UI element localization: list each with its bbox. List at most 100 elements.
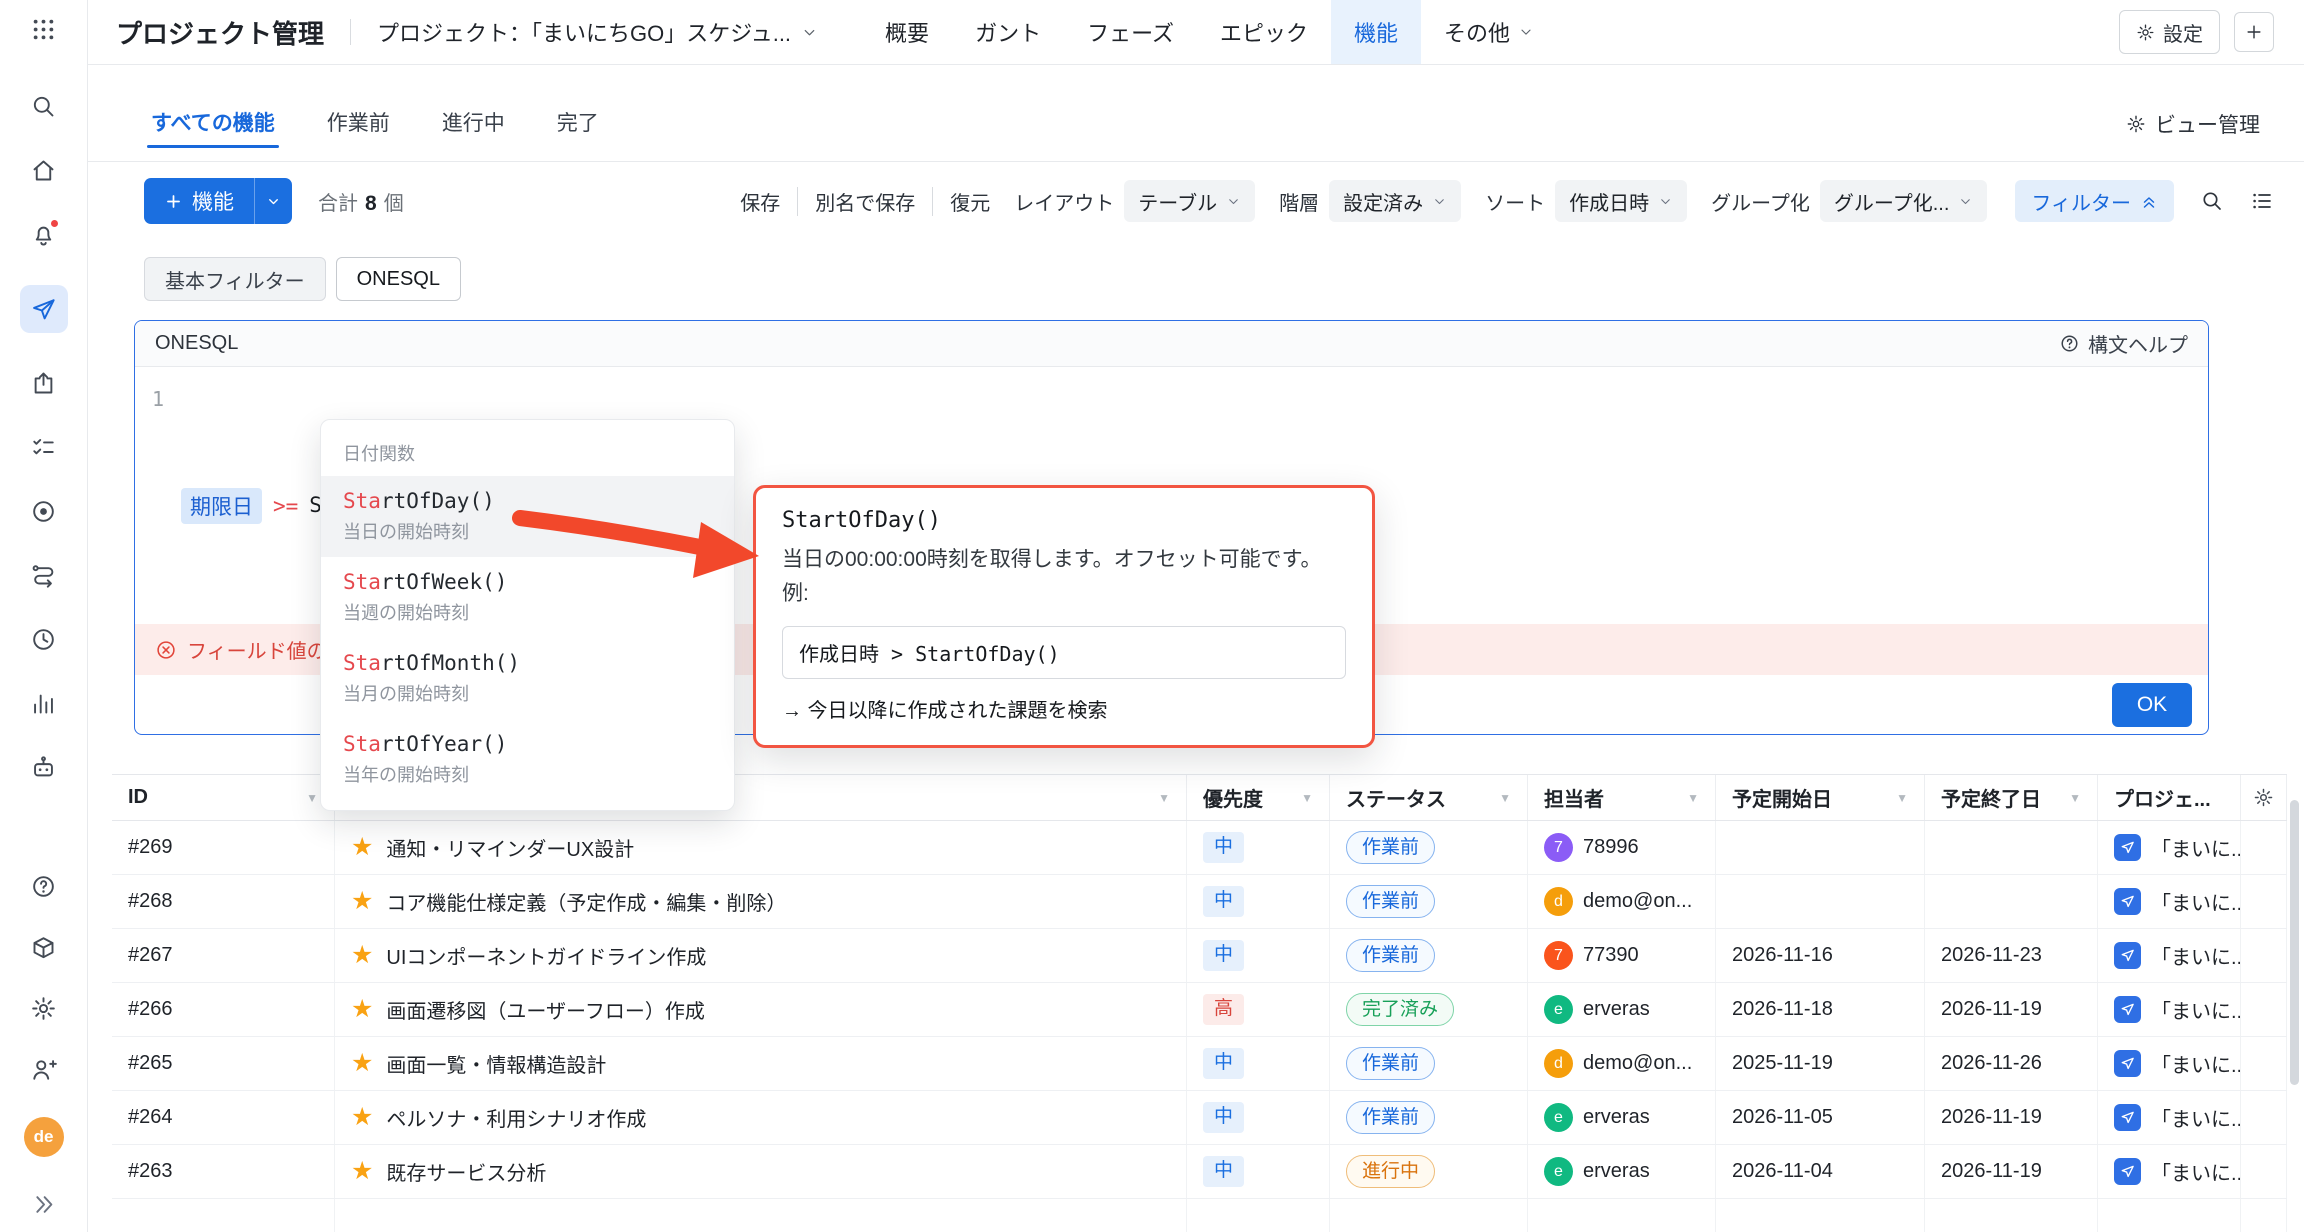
cell-actions <box>2241 1037 2287 1090</box>
tab-overview[interactable]: 概要 <box>862 0 952 64</box>
apps-grid-icon[interactable] <box>30 16 57 43</box>
add-button[interactable] <box>2234 12 2274 52</box>
reports-icon[interactable] <box>30 690 57 717</box>
view-tab-done[interactable]: 完了 <box>553 107 603 161</box>
cell-assignee: d demo@on... <box>1528 875 1716 928</box>
plus-icon <box>2247 25 2261 39</box>
target-icon[interactable] <box>30 498 57 525</box>
ok-button[interactable]: OK <box>2112 682 2192 727</box>
project-selector[interactable]: プロジェクト：「まいにちGO」スケジュ... <box>377 16 818 48</box>
status-badge: 作業前 <box>1346 1046 1436 1081</box>
status-badge: 作業前 <box>1346 884 1436 919</box>
sort-select[interactable]: 作成日時 <box>1555 180 1688 222</box>
sort-triangle-icon: ▼ <box>1896 790 1908 805</box>
column-header-id[interactable]: ID ▼ <box>112 775 335 820</box>
column-header-end-date[interactable]: 予定終了日 ▼ <box>1925 775 2098 820</box>
cell-id: #267 <box>112 929 335 982</box>
tab-epics[interactable]: エピック <box>1197 0 1331 64</box>
text-action-button[interactable]: 別名で保存 <box>797 186 915 216</box>
home-icon[interactable] <box>30 157 57 184</box>
table-row[interactable]: #265 ★ 画面一覧・情報構造設計 中 作業前 d demo@on... 20… <box>112 1037 2287 1091</box>
notifications-icon[interactable] <box>30 218 60 248</box>
cell-end-date: 2026-11-26 <box>1925 1037 2098 1090</box>
help-icon[interactable] <box>30 873 57 900</box>
project-icon <box>30 296 57 323</box>
tab-features[interactable]: 機能 <box>1331 0 1422 64</box>
column-header-assignee[interactable]: 担当者 ▼ <box>1528 775 1716 820</box>
cell-actions <box>2241 821 2287 874</box>
table-row[interactable]: #268 ★ コア機能仕様定義（予定作成・編集・削除） 中 作業前 d demo… <box>112 875 2287 929</box>
workflow-icon[interactable] <box>30 562 57 589</box>
tasks-icon[interactable] <box>30 434 57 461</box>
table-row-partial[interactable] <box>112 1199 2287 1232</box>
search-icon[interactable] <box>30 93 57 120</box>
history-icon[interactable] <box>30 626 57 653</box>
column-settings-button[interactable] <box>2241 775 2287 820</box>
syntax-help-link[interactable]: 構文ヘルプ <box>2059 329 2188 358</box>
cell-assignee: e erveras <box>1528 1145 1716 1198</box>
table-body: #269 ★ 通知・リマインダーUX設計 中 作業前 7 78996 「まいに.… <box>112 821 2287 1199</box>
table-row[interactable]: #269 ★ 通知・リマインダーUX設計 中 作業前 7 78996 「まいに.… <box>112 821 2287 875</box>
tab-more[interactable]: その他 <box>1421 0 1557 64</box>
cell-priority: 中 <box>1187 821 1330 874</box>
view-manage-button[interactable]: ビュー管理 <box>2126 109 2260 161</box>
cell-priority: 中 <box>1187 1037 1330 1090</box>
column-header-priority[interactable]: 優先度 ▼ <box>1187 775 1330 820</box>
export-icon[interactable] <box>30 370 57 397</box>
feature-star-icon: ★ <box>351 941 374 969</box>
cell-actions <box>2241 929 2287 982</box>
settings-button[interactable]: 設定 <box>2119 10 2220 54</box>
autocomplete-dropdown: 日付関数 StartOfDay() 当日の開始時刻 StartOfWeek() … <box>320 419 735 811</box>
popup-note: → 今日以降に作成された課題を検索 <box>782 700 1108 723</box>
total-suffix: 個 <box>383 192 404 215</box>
sidebar-item-project-active[interactable] <box>19 285 68 333</box>
filter-tab-basic[interactable]: 基本フィルター <box>144 257 326 301</box>
list-view-button[interactable] <box>2250 189 2274 213</box>
hierarchy-select[interactable]: 設定済み <box>1329 180 1462 222</box>
sort-triangle-icon: ▼ <box>1158 790 1170 805</box>
vertical-scrollbar[interactable] <box>2290 800 2299 1085</box>
table-row[interactable]: #264 ★ ペルソナ・利用シナリオ作成 中 作業前 e erveras 202… <box>112 1091 2287 1145</box>
text-action-button[interactable]: 保存 <box>740 187 780 216</box>
table-row[interactable]: #263 ★ 既存サービス分析 中 進行中 e erveras 2026-11-… <box>112 1145 2287 1199</box>
archive-icon[interactable] <box>30 934 57 961</box>
table-row[interactable]: #266 ★ 画面遷移図（ユーザーフロー）作成 高 完了済み e erveras… <box>112 983 2287 1037</box>
cell-priority: 中 <box>1187 1145 1330 1198</box>
layout-select[interactable]: テーブル <box>1124 180 1256 222</box>
save-actions: 保存 別名で保存 復元 <box>740 186 990 216</box>
project-name: 「まいに... <box>2151 839 2241 861</box>
tab-gantt[interactable]: ガント <box>952 0 1064 64</box>
column-header-project[interactable]: プロジェ... <box>2098 775 2241 820</box>
autocomplete-item[interactable]: StartOfWeek() 当週の開始時刻 <box>321 557 734 638</box>
add-feature-main[interactable]: 機能 <box>144 178 254 224</box>
settings-icon[interactable] <box>30 995 57 1022</box>
cell-actions <box>2241 1145 2287 1198</box>
function-description: 当日の開始時刻 <box>343 522 469 542</box>
autocomplete-item[interactable]: StartOfMonth() 当月の開始時刻 <box>321 638 734 719</box>
text-action-button[interactable]: 復元 <box>932 186 990 216</box>
add-feature-dropdown[interactable] <box>254 178 292 224</box>
line-number: 1 <box>151 387 165 411</box>
tab-phases[interactable]: フェーズ <box>1064 0 1197 64</box>
filter-toggle-button[interactable]: フィルター <box>2015 180 2174 222</box>
cell-priority: 中 <box>1187 929 1330 982</box>
add-feature-button[interactable]: 機能 <box>144 178 292 224</box>
autocomplete-item[interactable]: StartOfYear() 当年の開始時刻 <box>321 719 734 800</box>
view-tab-all[interactable]: すべての機能 <box>147 107 279 161</box>
collapse-sidebar-icon[interactable] <box>30 1191 57 1218</box>
cell-id <box>112 1199 335 1232</box>
cell-assignee: 7 78996 <box>1528 821 1716 874</box>
automation-icon[interactable] <box>30 754 57 781</box>
view-tab-doing[interactable]: 進行中 <box>438 107 509 161</box>
table-row[interactable]: #267 ★ UIコンポーネントガイドライン作成 中 作業前 7 77390 2… <box>112 929 2287 983</box>
view-tab-todo[interactable]: 作業前 <box>323 107 394 161</box>
user-avatar[interactable]: de <box>23 1117 64 1157</box>
filter-tab-onesql[interactable]: ONESQL <box>335 257 461 301</box>
autocomplete-item[interactable]: StartOfDay() 当日の開始時刻 <box>321 476 734 557</box>
invite-member-icon[interactable] <box>30 1056 57 1083</box>
column-header-status[interactable]: ステータス ▼ <box>1330 775 1528 820</box>
column-header-start-date[interactable]: 予定開始日 ▼ <box>1716 775 1925 820</box>
search-button[interactable] <box>2200 189 2224 213</box>
assignee-name: erveras <box>1583 998 1650 1020</box>
group-select[interactable]: グループ化... <box>1819 180 1988 222</box>
